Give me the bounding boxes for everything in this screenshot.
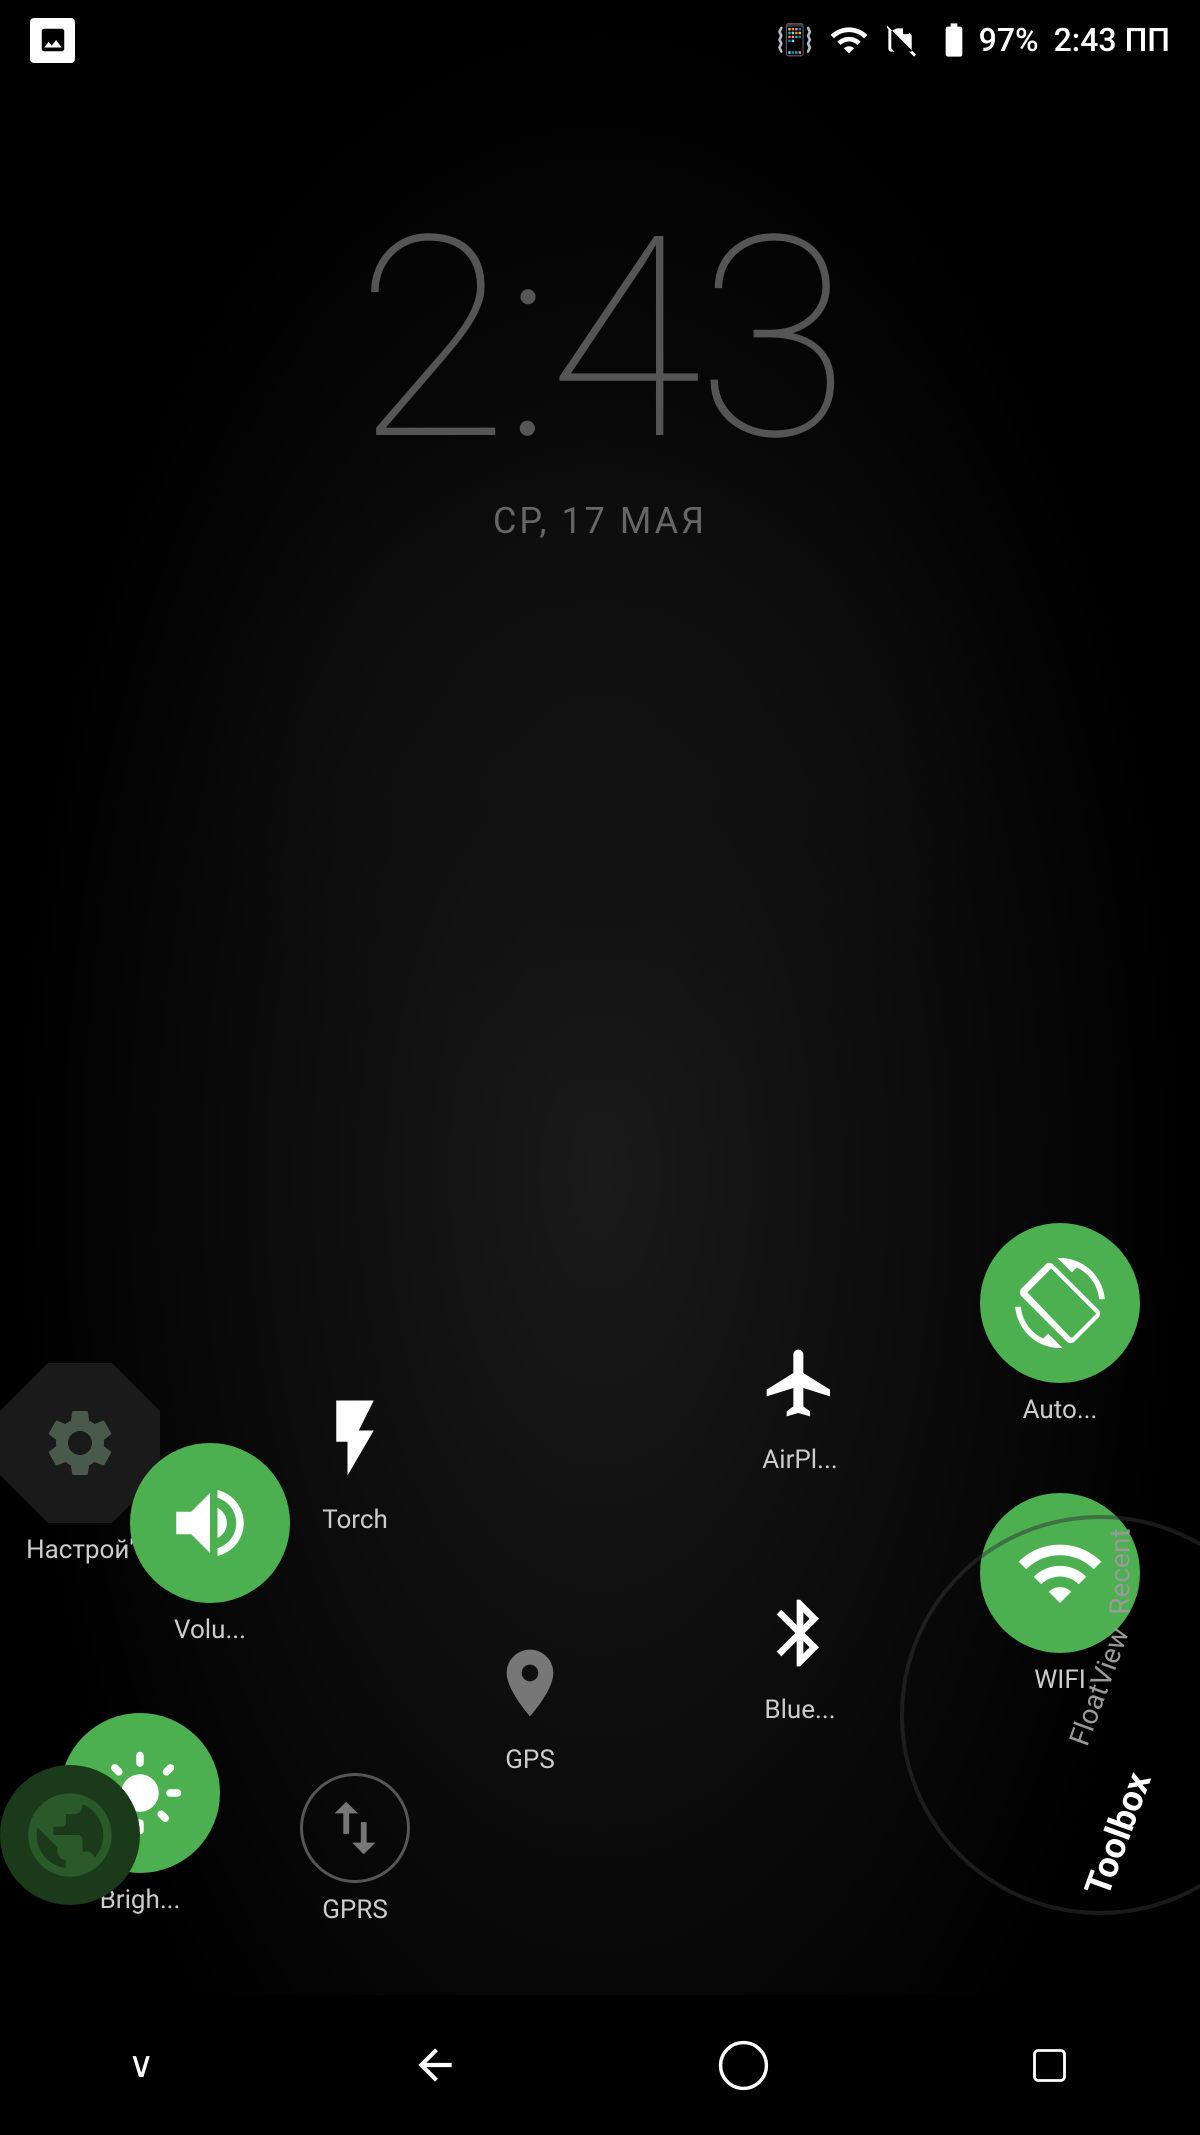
battery-icon: 97% — [934, 20, 1039, 60]
status-time: 2:43 ПП — [1054, 21, 1170, 59]
gps-item[interactable]: GPS — [480, 1633, 580, 1775]
torch-label: Torch — [322, 1505, 388, 1535]
gallery-icon — [30, 18, 75, 63]
autorotate-item[interactable]: Auto... — [980, 1223, 1140, 1425]
bluetooth-label: Blue... — [764, 1695, 835, 1725]
battery-percentage: 97% — [979, 21, 1039, 59]
dropdown-nav-button[interactable]: ∨ — [128, 2044, 154, 2086]
vibrate-icon: 📳 — [776, 23, 813, 58]
home-button[interactable] — [716, 2038, 771, 2093]
airplane-label: AirPl... — [762, 1445, 837, 1475]
back-button[interactable] — [410, 2040, 460, 2090]
quick-settings-panel: Настрой' Torch AirPl... Auto... — [0, 1095, 1200, 1995]
nav-bar: ∨ — [0, 1995, 1200, 2135]
status-right-icons: 📳 97% 2:43 ПП — [776, 20, 1170, 60]
sim-icon — [884, 20, 919, 60]
corner-circle — [900, 1515, 1200, 1915]
clock-date: СР, 17 МАЯ — [0, 500, 1200, 542]
volume-label: Volu... — [174, 1615, 246, 1645]
wifi-status-icon — [829, 20, 869, 60]
status-left-icons — [30, 18, 75, 63]
gps-label: GPS — [505, 1745, 555, 1775]
status-bar: 📳 97% 2:43 ПП — [0, 0, 1200, 80]
airplane-item[interactable]: AirPl... — [750, 1333, 850, 1475]
gprs-label: GPRS — [322, 1895, 388, 1925]
settings-label: Настрой' — [26, 1535, 134, 1565]
volume-item[interactable]: Volu... — [130, 1443, 290, 1645]
clock-container: 2:43 СР, 17 МАЯ — [0, 200, 1200, 542]
recents-button[interactable] — [1027, 2043, 1072, 2088]
gprs-item[interactable]: GPRS — [300, 1773, 410, 1925]
bluetooth-item[interactable]: Blue... — [750, 1583, 850, 1725]
torch-item[interactable]: Torch — [300, 1383, 410, 1535]
autorotate-label: Auto... — [1023, 1395, 1098, 1425]
world-item[interactable] — [0, 1765, 140, 1905]
clock-time: 2:43 — [0, 200, 1200, 480]
